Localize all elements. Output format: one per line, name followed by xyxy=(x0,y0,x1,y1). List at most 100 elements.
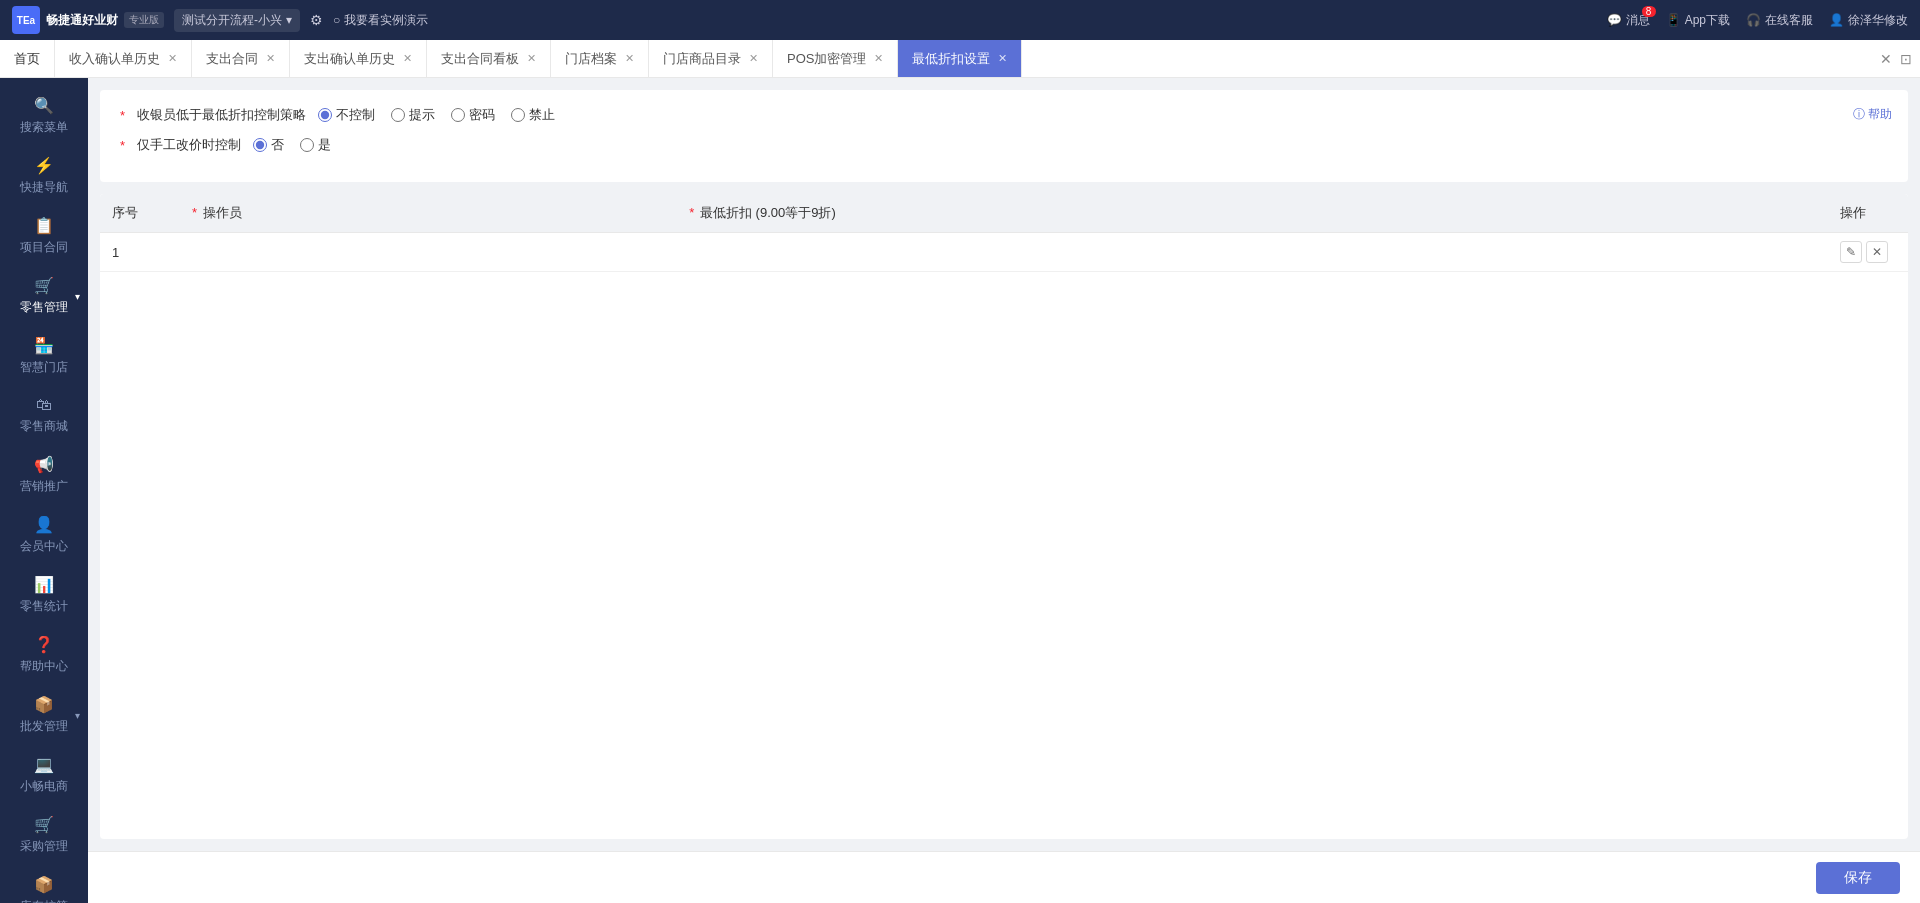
tab-close-payment-contract[interactable]: ✕ xyxy=(266,52,275,65)
tab-min-discount[interactable]: 最低折扣设置 ✕ xyxy=(898,40,1022,77)
tab-close-payment-view[interactable]: ✕ xyxy=(527,52,536,65)
settings-icon[interactable]: ⚙ xyxy=(310,12,323,28)
tab-close-payment-confirm-history[interactable]: ✕ xyxy=(403,52,412,65)
headset-icon: 🎧 xyxy=(1746,13,1761,27)
tab-payment-view[interactable]: 支出合同看板 ✕ xyxy=(427,40,551,77)
sidebar-item-online-store[interactable]: 🛍 零售商城 xyxy=(0,386,88,445)
sidebar-item-shortcut[interactable]: ⚡ 快捷导航 xyxy=(0,146,88,206)
member-icon: 👤 xyxy=(34,515,54,534)
sidebar-item-retail-stats[interactable]: 📊 零售统计 xyxy=(0,565,88,625)
col-operator: * 操作员 xyxy=(180,194,677,233)
pos-password-label: POS加密管理 xyxy=(787,50,866,68)
sidebar-label-inventory: 库存核算 xyxy=(20,898,68,903)
cell-actions: ✎ ✕ xyxy=(1828,233,1908,272)
cell-seq: 1 xyxy=(100,233,180,272)
col-min-discount: * 最低折扣 (9.00等于9折) xyxy=(677,194,1828,233)
radio-forbid-input[interactable] xyxy=(511,108,525,122)
radio-password-input[interactable] xyxy=(451,108,465,122)
avatar: 👤 xyxy=(1829,13,1844,27)
table-row: 1 ✎ ✕ xyxy=(100,233,1908,272)
cashier-control-label: 收银员低于最低折扣控制策略 xyxy=(137,106,306,124)
radio-manual-yes-input[interactable] xyxy=(300,138,314,152)
payment-view-label: 支出合同看板 xyxy=(441,50,519,68)
payment-confirm-history-label: 支出确认单历史 xyxy=(304,50,395,68)
tab-store-file[interactable]: 门店档案 ✕ xyxy=(551,40,649,77)
close-tab-btn[interactable]: ✕ xyxy=(1880,51,1892,67)
tab-payment-contract[interactable]: 支出合同 ✕ xyxy=(192,40,290,77)
sidebar-item-search[interactable]: 🔍 搜索菜单 xyxy=(0,86,88,146)
tab-income-history[interactable]: 收入确认单历史 ✕ xyxy=(55,40,192,77)
project-selector[interactable]: 测试分开流程-小兴 ▾ xyxy=(174,9,300,32)
sidebar-item-member[interactable]: 👤 会员中心 xyxy=(0,505,88,565)
tab-pos-password[interactable]: POS加密管理 ✕ xyxy=(773,40,898,77)
message-icon: 💬 xyxy=(1607,13,1622,27)
tab-close-pos-password[interactable]: ✕ xyxy=(874,52,883,65)
sidebar: 🔍 搜索菜单 ⚡ 快捷导航 📋 项目合同 🛒 零售管理 🏪 智慧门店 🛍 零售商… xyxy=(0,78,88,903)
tab-close-income-history[interactable]: ✕ xyxy=(168,52,177,65)
tab-close-store-product[interactable]: ✕ xyxy=(749,52,758,65)
required-star-2: * xyxy=(120,138,125,153)
sidebar-label-shortcut: 快捷导航 xyxy=(20,179,68,196)
sidebar-item-project[interactable]: 📋 项目合同 xyxy=(0,206,88,266)
top-bar-left: TEa 畅捷通好业财 专业版 测试分开流程-小兴 ▾ ⚙ ○ 我要看实例演示 xyxy=(12,6,428,34)
required-star-discount: * xyxy=(689,205,694,220)
tab-store-product[interactable]: 门店商品目录 ✕ xyxy=(649,40,773,77)
cashier-control-row: * 收银员低于最低折扣控制策略 不控制 提示 密码 xyxy=(120,106,1888,124)
page-content: * 收银员低于最低折扣控制策略 不控制 提示 密码 xyxy=(88,78,1920,851)
settings-card: * 收银员低于最低折扣控制策略 不控制 提示 密码 xyxy=(100,90,1908,182)
radio-no-control[interactable]: 不控制 xyxy=(318,106,375,124)
table-card: 序号 * 操作员 * 最低折扣 (9.00等于9折) xyxy=(100,194,1908,839)
help-button[interactable]: ⓘ 帮助 xyxy=(1853,106,1892,123)
project-name: 测试分开流程-小兴 xyxy=(182,12,282,29)
customer-service-btn[interactable]: 🎧 在线客服 xyxy=(1746,12,1813,29)
app-download-label: App下载 xyxy=(1685,12,1730,29)
radio-manual-no-label: 否 xyxy=(271,136,284,154)
message-btn[interactable]: 💬 消息 8 xyxy=(1607,12,1650,29)
payment-contract-label: 支出合同 xyxy=(206,50,258,68)
radio-remind[interactable]: 提示 xyxy=(391,106,435,124)
retail-icon: 🛒 xyxy=(34,276,54,295)
sidebar-item-ecommerce[interactable]: 💻 小畅电商 xyxy=(0,745,88,805)
sidebar-item-retail[interactable]: 🛒 零售管理 xyxy=(0,266,88,326)
edit-row-btn[interactable]: ✎ xyxy=(1840,241,1862,263)
tab-payment-confirm-history[interactable]: 支出确认单历史 ✕ xyxy=(290,40,427,77)
radio-manual-yes[interactable]: 是 xyxy=(300,136,331,154)
required-star-operator: * xyxy=(192,205,197,220)
radio-remind-input[interactable] xyxy=(391,108,405,122)
row-actions: ✎ ✕ xyxy=(1840,241,1896,263)
message-badge: 8 xyxy=(1642,6,1656,17)
sidebar-item-wholesale[interactable]: 📦 批发管理 xyxy=(0,685,88,745)
sidebar-label-purchase: 采购管理 xyxy=(20,838,68,855)
radio-manual-yes-label: 是 xyxy=(318,136,331,154)
tab-home[interactable]: 首页 xyxy=(0,40,55,77)
top-bar: TEa 畅捷通好业财 专业版 测试分开流程-小兴 ▾ ⚙ ○ 我要看实例演示 💬… xyxy=(0,0,1920,40)
store-file-label: 门店档案 xyxy=(565,50,617,68)
delete-row-btn[interactable]: ✕ xyxy=(1866,241,1888,263)
expand-tab-btn[interactable]: ⊡ xyxy=(1900,51,1912,67)
demo-link[interactable]: ○ 我要看实例演示 xyxy=(333,12,428,29)
help-circle-icon: ⓘ xyxy=(1853,106,1865,123)
radio-manual-no[interactable]: 否 xyxy=(253,136,284,154)
radio-password[interactable]: 密码 xyxy=(451,106,495,124)
min-discount-label: 最低折扣设置 xyxy=(912,50,990,68)
app-download-btn[interactable]: 📱 App下载 xyxy=(1666,12,1730,29)
save-button[interactable]: 保存 xyxy=(1816,862,1900,894)
inventory-icon: 📦 xyxy=(34,875,54,894)
radio-no-control-input[interactable] xyxy=(318,108,332,122)
manual-control-label: 仅手工改价时控制 xyxy=(137,136,241,154)
sidebar-item-inventory[interactable]: 📦 库存核算 xyxy=(0,865,88,903)
radio-forbid[interactable]: 禁止 xyxy=(511,106,555,124)
retail-stats-icon: 📊 xyxy=(34,575,54,594)
radio-manual-no-input[interactable] xyxy=(253,138,267,152)
tab-close-min-discount[interactable]: ✕ xyxy=(998,52,1007,65)
tab-close-store-file[interactable]: ✕ xyxy=(625,52,634,65)
sidebar-item-purchase[interactable]: 🛒 采购管理 xyxy=(0,805,88,865)
cashier-control-options: 不控制 提示 密码 禁止 xyxy=(318,106,555,124)
sidebar-item-help[interactable]: ❓ 帮助中心 xyxy=(0,625,88,685)
table-header-row: 序号 * 操作员 * 最低折扣 (9.00等于9折) xyxy=(100,194,1908,233)
project-icon: 📋 xyxy=(34,216,54,235)
sidebar-item-marketing[interactable]: 📢 营销推广 xyxy=(0,445,88,505)
user-btn[interactable]: 👤 徐泽华修改 xyxy=(1829,12,1908,29)
manual-control-row: * 仅手工改价时控制 否 是 xyxy=(120,136,1888,154)
sidebar-item-smart-store[interactable]: 🏪 智慧门店 xyxy=(0,326,88,386)
